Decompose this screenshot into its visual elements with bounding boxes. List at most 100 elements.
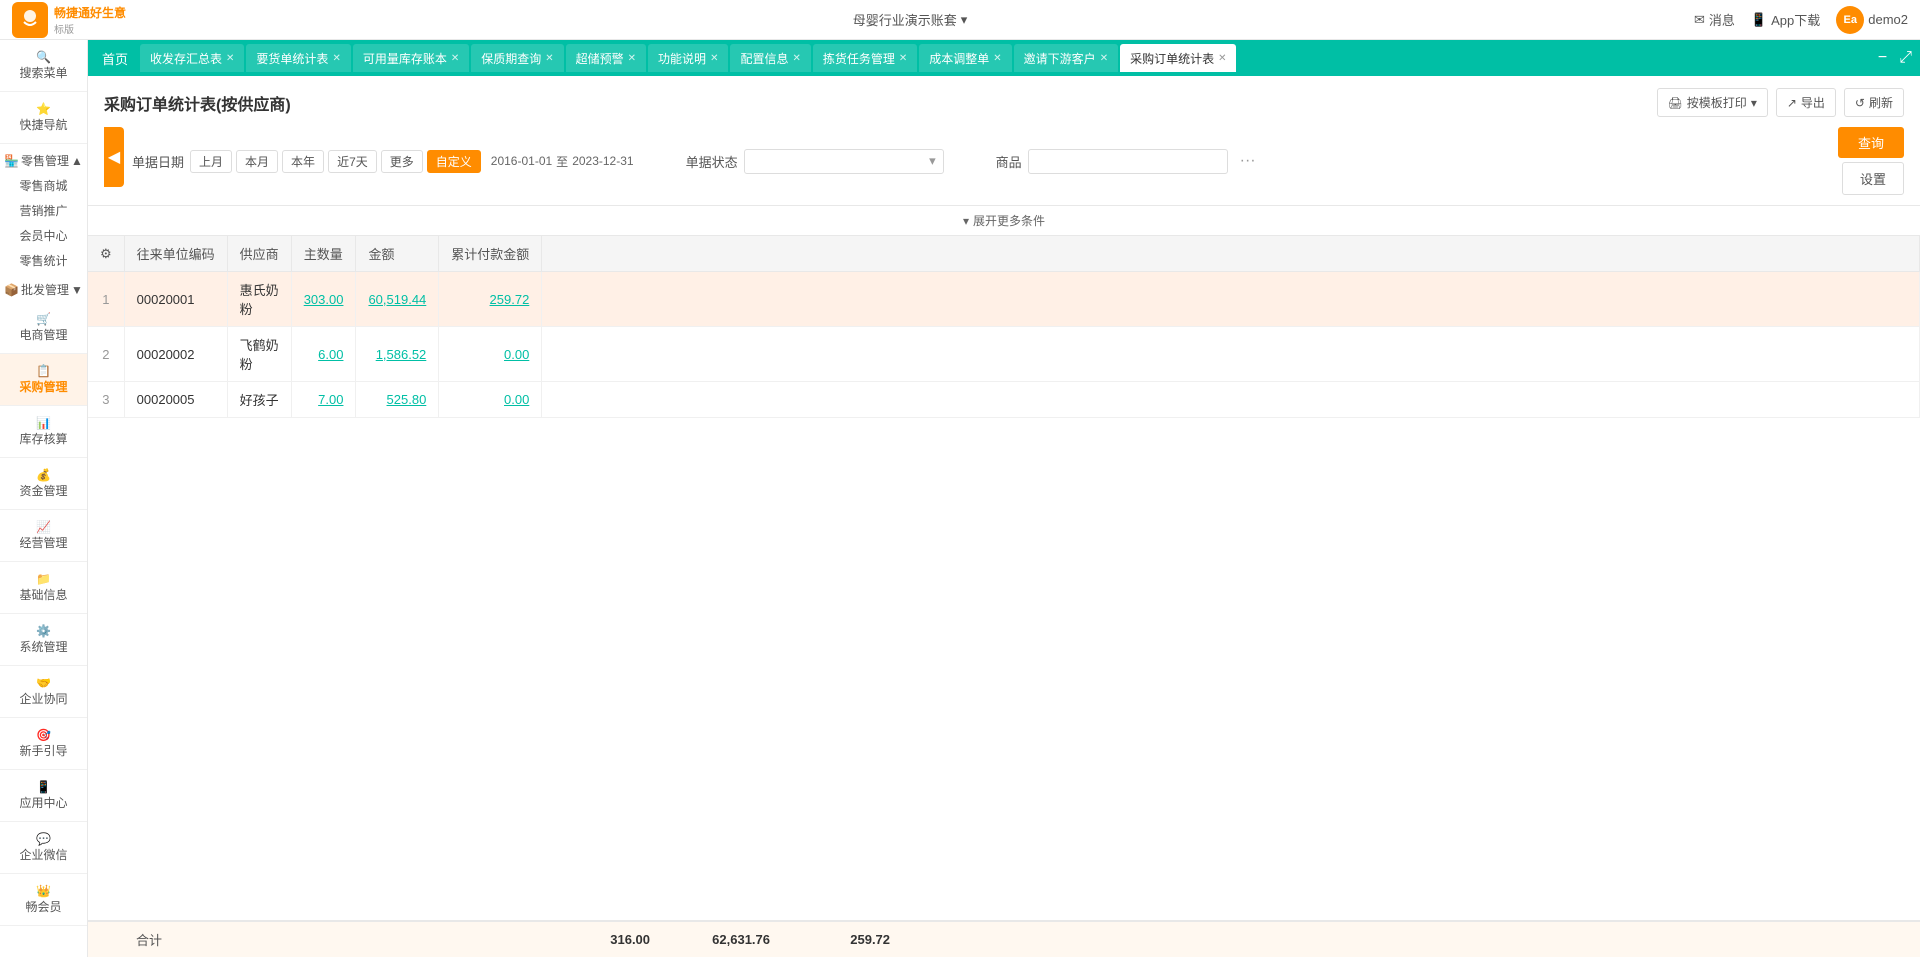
app-download-btn[interactable]: 📱 App下载 [1751, 10, 1820, 29]
shortcut-last-month[interactable]: 上月 [190, 150, 232, 173]
row-idx: 1 [88, 272, 124, 327]
query-btn[interactable]: 查询 [1838, 127, 1904, 158]
tab-expiry[interactable]: 保质期查询 ✕ [471, 44, 563, 72]
expand-row: ▾ 展开更多条件 [88, 206, 1920, 236]
sidebar-item-label: 会员中心 [4, 227, 83, 244]
shortcut-this-month[interactable]: 本月 [236, 150, 278, 173]
expand-btn[interactable]: ▾ 展开更多条件 [963, 212, 1045, 229]
close-icon[interactable]: ✕ [451, 53, 459, 64]
close-icon[interactable]: ✕ [993, 53, 1001, 64]
workspace-selector[interactable]: 母婴行业演示账套 ▾ [853, 10, 968, 29]
close-icon[interactable]: ✕ [899, 53, 907, 64]
sidebar-item-inventory[interactable]: 📊 库存核算 [0, 406, 87, 458]
close-icon[interactable]: ✕ [545, 53, 553, 64]
shortcut-7days[interactable]: 近7天 [328, 150, 377, 173]
refresh-btn[interactable]: ↺ 刷新 [1844, 88, 1904, 117]
th-quantity: 主数量 [291, 236, 356, 272]
tab-function[interactable]: 功能说明 ✕ [648, 44, 728, 72]
sidebar-item-retail-stat[interactable]: 零售统计 [0, 248, 87, 273]
tab-cost[interactable]: 成本调整单 ✕ [919, 44, 1011, 72]
row-paid[interactable]: 259.72 [439, 272, 542, 327]
tab-home[interactable]: 首页 [92, 45, 138, 72]
row-quantity[interactable]: 7.00 [291, 382, 356, 418]
row-amount[interactable]: 60,519.44 [356, 272, 439, 327]
sidebar-item-retail-shop[interactable]: 零售商城 [0, 173, 87, 198]
close-icon[interactable]: ✕ [226, 53, 234, 64]
store-icon: 🏪 [4, 154, 19, 168]
username-label: demo2 [1868, 12, 1908, 27]
more-options-icon[interactable]: ··· [1234, 150, 1262, 172]
table-row[interactable]: 1 00020001 惠氏奶粉 303.00 60,519.44 259.72 [88, 272, 1920, 327]
money-icon: 💰 [4, 468, 83, 482]
tab-invite[interactable]: 邀请下游客户 ✕ [1014, 44, 1118, 72]
sidebar-item-label: 资金管理 [4, 482, 83, 499]
sidebar-item-label: 快捷导航 [4, 116, 83, 133]
footer-amount: 62,631.76 [662, 932, 782, 947]
sidebar-item-newbie[interactable]: 🎯 新手引导 [0, 718, 87, 770]
fullscreen-btn[interactable]: ⤢ [1895, 47, 1916, 69]
sidebar-item-member[interactable]: 会员中心 [0, 223, 87, 248]
sidebar-item-vip[interactable]: 👑 畅会员 [0, 874, 87, 926]
user-area[interactable]: Ea demo2 [1836, 6, 1908, 34]
query-btn-group: 查询 设置 [1838, 127, 1904, 195]
print-btn[interactable]: 🖨 按模板打印 ▾ [1657, 88, 1768, 117]
sidebar-item-finance[interactable]: 💰 资金管理 [0, 458, 87, 510]
row-paid[interactable]: 0.00 [439, 327, 542, 382]
row-quantity[interactable]: 303.00 [291, 272, 356, 327]
export-btn[interactable]: ↗ 导出 [1776, 88, 1836, 117]
message-label: 消息 [1709, 10, 1735, 29]
trending-icon: 📈 [4, 520, 83, 534]
tab-overstock[interactable]: 超储预警 ✕ [566, 44, 646, 72]
close-icon[interactable]: ✕ [1218, 53, 1226, 64]
tab-requisition[interactable]: 要货单统计表 ✕ [246, 44, 350, 72]
sidebar-item-basic[interactable]: 📁 基础信息 [0, 562, 87, 614]
shortcut-this-year[interactable]: 本年 [282, 150, 324, 173]
goods-input[interactable] [1028, 149, 1228, 174]
status-select[interactable] [744, 149, 944, 174]
tab-picking[interactable]: 拣货任务管理 ✕ [813, 44, 917, 72]
minimize-btn[interactable]: − [1874, 47, 1891, 69]
row-code: 00020005 [124, 382, 227, 418]
filter-row: ◀ 单据日期 上月 本月 本年 近7天 更多 [104, 127, 1904, 205]
settings-btn[interactable]: 设置 [1842, 162, 1904, 195]
sidebar-item-search[interactable]: 🔍 搜索菜单 [0, 40, 87, 92]
sidebar-item-system[interactable]: ⚙️ 系统管理 [0, 614, 87, 666]
row-amount[interactable]: 525.80 [356, 382, 439, 418]
row-amount[interactable]: 1,586.52 [356, 327, 439, 382]
sidebar-item-shortcut[interactable]: ⭐ 快捷导航 [0, 92, 87, 144]
tab-config[interactable]: 配置信息 ✕ [730, 44, 810, 72]
data-table: ⚙ 往来单位编码 供应商 主数量 金额 累计付款金额 1 [88, 236, 1920, 418]
shortcut-more[interactable]: 更多 [381, 150, 423, 173]
sidebar-item-ecommerce[interactable]: 🛒 电商管理 [0, 302, 87, 354]
tab-purchase-stat[interactable]: 采购订单统计表 ✕ [1120, 44, 1236, 72]
handshake-icon: 🤝 [4, 676, 83, 690]
close-icon[interactable]: ✕ [628, 53, 636, 64]
close-icon[interactable]: ✕ [1100, 53, 1108, 64]
table-row[interactable]: 3 00020005 好孩子 7.00 525.80 0.00 [88, 382, 1920, 418]
close-icon[interactable]: ✕ [792, 53, 800, 64]
sidebar-item-business[interactable]: 📈 经营管理 [0, 510, 87, 562]
table-row[interactable]: 2 00020002 飞鹤奶粉 6.00 1,586.52 0.00 [88, 327, 1920, 382]
shortcut-custom[interactable]: 自定义 [427, 150, 481, 173]
sidebar-item-retail[interactable]: 🏪 零售管理 ▲ [0, 144, 87, 173]
sidebar-item-enterprise[interactable]: 🤝 企业协同 [0, 666, 87, 718]
printer-icon: 🖨 [1668, 96, 1683, 110]
tab-available[interactable]: 可用量库存账本 ✕ [353, 44, 469, 72]
sidebar-item-app-center[interactable]: 📱 应用中心 [0, 770, 87, 822]
row-quantity[interactable]: 6.00 [291, 327, 356, 382]
logo-area: 畅捷通好生意 标版 [12, 2, 126, 38]
tab-receive[interactable]: 收发存汇总表 ✕ [140, 44, 244, 72]
row-paid[interactable]: 0.00 [439, 382, 542, 418]
table-footer: 合计 316.00 62,631.76 259.72 [88, 920, 1920, 957]
sidebar-item-wechat[interactable]: 💬 企业微信 [0, 822, 87, 874]
sidebar-item-marketing[interactable]: 营销推广 [0, 198, 87, 223]
close-icon[interactable]: ✕ [332, 53, 340, 64]
filter-toggle-btn[interactable]: ◀ [104, 127, 124, 187]
close-icon[interactable]: ✕ [710, 53, 718, 64]
sidebar-item-wholesale[interactable]: 📦 批发管理 ▼ [0, 273, 87, 302]
message-btn[interactable]: ✉ 消息 [1694, 10, 1735, 29]
settings-icon[interactable]: ⚙ [100, 246, 112, 261]
sidebar-item-purchase[interactable]: 📋 采购管理 [0, 354, 87, 406]
status-select-wrapper [744, 149, 944, 174]
date-label: 单据日期 [132, 152, 184, 171]
